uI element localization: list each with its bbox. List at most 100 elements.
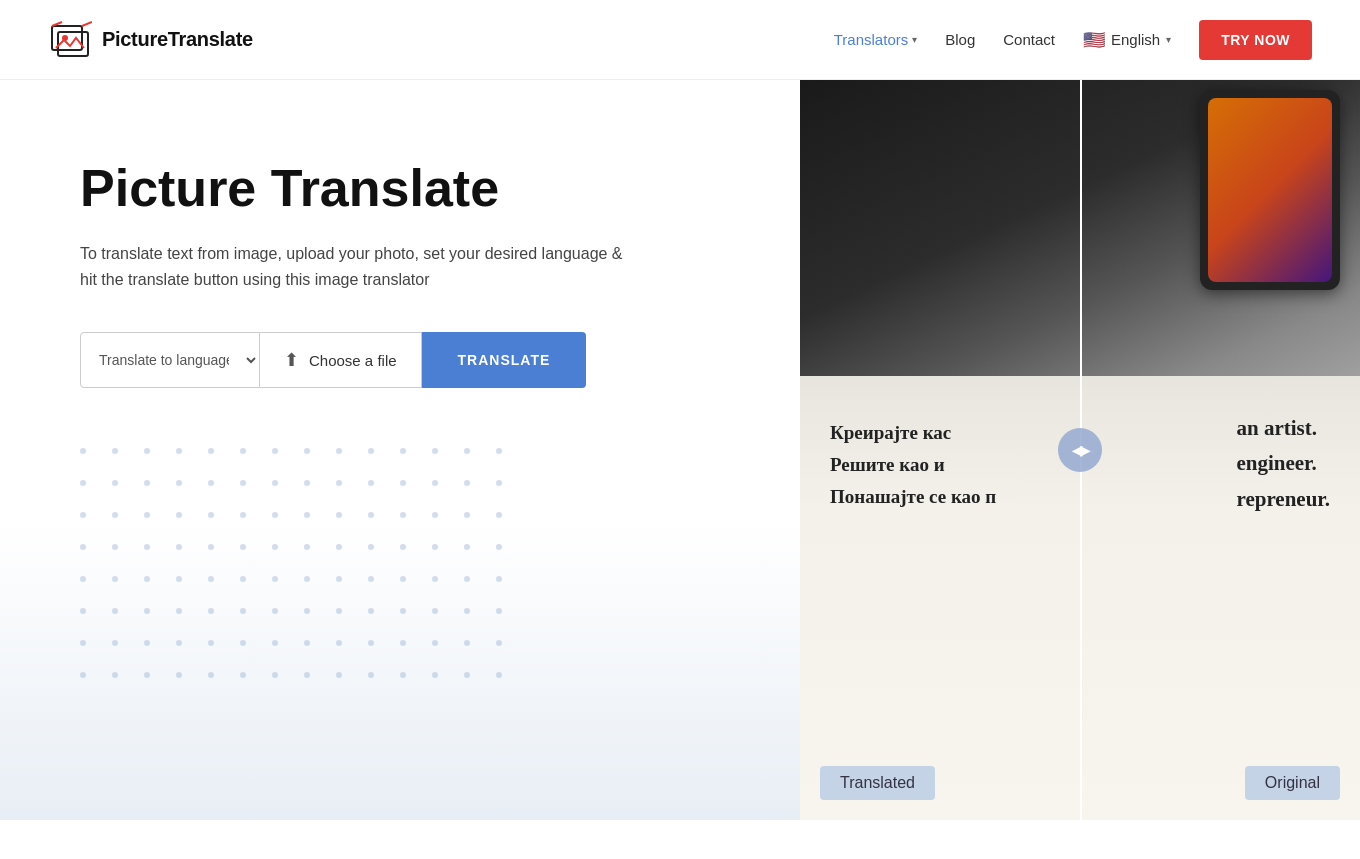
decorative-dot bbox=[144, 608, 150, 614]
language-selector[interactable]: 🇺🇸 English ▾ bbox=[1083, 29, 1171, 51]
logo[interactable]: PictureTranslate bbox=[48, 18, 253, 62]
decorative-dot bbox=[432, 544, 438, 550]
decorative-dot bbox=[80, 448, 86, 454]
decorative-dot bbox=[368, 480, 374, 486]
decorative-dot bbox=[240, 480, 246, 486]
decorative-dot bbox=[144, 672, 150, 678]
decorative-dot bbox=[368, 544, 374, 550]
scene-phone-screen bbox=[1208, 98, 1332, 282]
translated-text-overlay: Креирајте кас Решите као и Понашајте се … bbox=[830, 416, 996, 513]
compare-container: Креирајте кас Решите као и Понашајте се … bbox=[800, 80, 1360, 820]
nav-link-contact[interactable]: Contact bbox=[1003, 31, 1055, 48]
decorative-dot bbox=[144, 480, 150, 486]
decorative-dot bbox=[144, 512, 150, 518]
compare-handle[interactable]: ◀▶ bbox=[1058, 428, 1102, 472]
decorative-dot bbox=[240, 512, 246, 518]
decorative-dot bbox=[176, 448, 182, 454]
decorative-dot bbox=[80, 672, 86, 678]
translators-chevron-icon: ▾ bbox=[912, 34, 917, 45]
decorative-dot bbox=[144, 448, 150, 454]
decorative-dot bbox=[336, 512, 342, 518]
decorative-dot bbox=[464, 672, 470, 678]
decorative-dot bbox=[112, 640, 118, 646]
decorative-dot bbox=[464, 640, 470, 646]
decorative-dot bbox=[176, 672, 182, 678]
language-select[interactable]: Translate to language Spanish French Ger… bbox=[80, 332, 260, 388]
translate-button[interactable]: TRANSLATE bbox=[422, 332, 587, 388]
decorative-dot bbox=[272, 544, 278, 550]
nav-link-blog[interactable]: Blog bbox=[945, 31, 975, 48]
decorative-dot bbox=[496, 640, 502, 646]
decorative-dot bbox=[112, 608, 118, 614]
decorative-dot bbox=[208, 672, 214, 678]
decorative-dot bbox=[304, 480, 310, 486]
upload-icon: ⬆ bbox=[284, 349, 299, 371]
decorative-dot bbox=[400, 448, 406, 454]
decorative-dot bbox=[272, 448, 278, 454]
hero-description: To translate text from image, upload you… bbox=[80, 241, 640, 292]
decorative-dot bbox=[112, 672, 118, 678]
image-compare-panel: Креирајте кас Решите као и Понашајте се … bbox=[800, 80, 1360, 820]
decorative-dot bbox=[368, 672, 374, 678]
decorative-dot bbox=[400, 672, 406, 678]
navbar: PictureTranslate Translators ▾ Blog Cont… bbox=[0, 0, 1360, 80]
svg-line-3 bbox=[82, 22, 92, 26]
decorative-dot bbox=[272, 608, 278, 614]
nav-link-translators[interactable]: Translators ▾ bbox=[834, 31, 917, 48]
decorative-dot bbox=[432, 640, 438, 646]
svg-rect-1 bbox=[58, 32, 88, 56]
decorative-dot bbox=[80, 512, 86, 518]
decorative-dot bbox=[336, 448, 342, 454]
decorative-dot bbox=[208, 576, 214, 582]
decorative-dot bbox=[240, 608, 246, 614]
hero-left: Picture Translate To translate text from… bbox=[0, 80, 700, 740]
compare-arrows-icon: ◀▶ bbox=[1072, 443, 1088, 458]
decorative-dot bbox=[176, 512, 182, 518]
choose-file-button[interactable]: ⬆ Choose a file bbox=[260, 332, 422, 388]
decorative-dot bbox=[272, 512, 278, 518]
decorative-dot bbox=[336, 576, 342, 582]
decorative-dot bbox=[432, 608, 438, 614]
decorative-dot bbox=[272, 672, 278, 678]
decorative-dot bbox=[464, 448, 470, 454]
decorative-dot bbox=[80, 576, 86, 582]
decorative-dot bbox=[336, 640, 342, 646]
decorative-dot bbox=[208, 640, 214, 646]
decorative-dot bbox=[368, 576, 374, 582]
decorative-dot bbox=[240, 544, 246, 550]
decorative-dot bbox=[400, 512, 406, 518]
decorative-dot bbox=[496, 608, 502, 614]
decorative-dot bbox=[304, 448, 310, 454]
decorative-dot bbox=[112, 512, 118, 518]
decorative-dot bbox=[240, 640, 246, 646]
decorative-dot bbox=[336, 608, 342, 614]
decorative-dot bbox=[400, 480, 406, 486]
decorative-dot bbox=[80, 480, 86, 486]
translated-label: Translated bbox=[820, 766, 935, 800]
hero-title: Picture Translate bbox=[80, 160, 640, 217]
decorative-dot bbox=[496, 672, 502, 678]
decorative-dot bbox=[464, 544, 470, 550]
decorative-dot bbox=[336, 544, 342, 550]
decorative-dot bbox=[176, 608, 182, 614]
scene-phone bbox=[1200, 90, 1340, 290]
decorative-dot bbox=[432, 576, 438, 582]
decorative-dot bbox=[464, 576, 470, 582]
original-label: Original bbox=[1245, 766, 1340, 800]
decorative-dot bbox=[336, 480, 342, 486]
decorative-dot bbox=[272, 640, 278, 646]
decorative-dot bbox=[304, 608, 310, 614]
decorative-dot bbox=[112, 480, 118, 486]
decorative-dot bbox=[496, 448, 502, 454]
decorative-dot bbox=[80, 640, 86, 646]
decorative-dot bbox=[272, 576, 278, 582]
decorative-dot bbox=[432, 480, 438, 486]
logo-icon bbox=[48, 18, 92, 62]
decorative-dot bbox=[112, 544, 118, 550]
try-now-button[interactable]: TRY NOW bbox=[1199, 20, 1312, 60]
decorative-dot bbox=[496, 576, 502, 582]
decorative-dot bbox=[240, 672, 246, 678]
language-label: English bbox=[1111, 31, 1160, 48]
decorative-dot bbox=[368, 448, 374, 454]
decorative-dot bbox=[464, 480, 470, 486]
